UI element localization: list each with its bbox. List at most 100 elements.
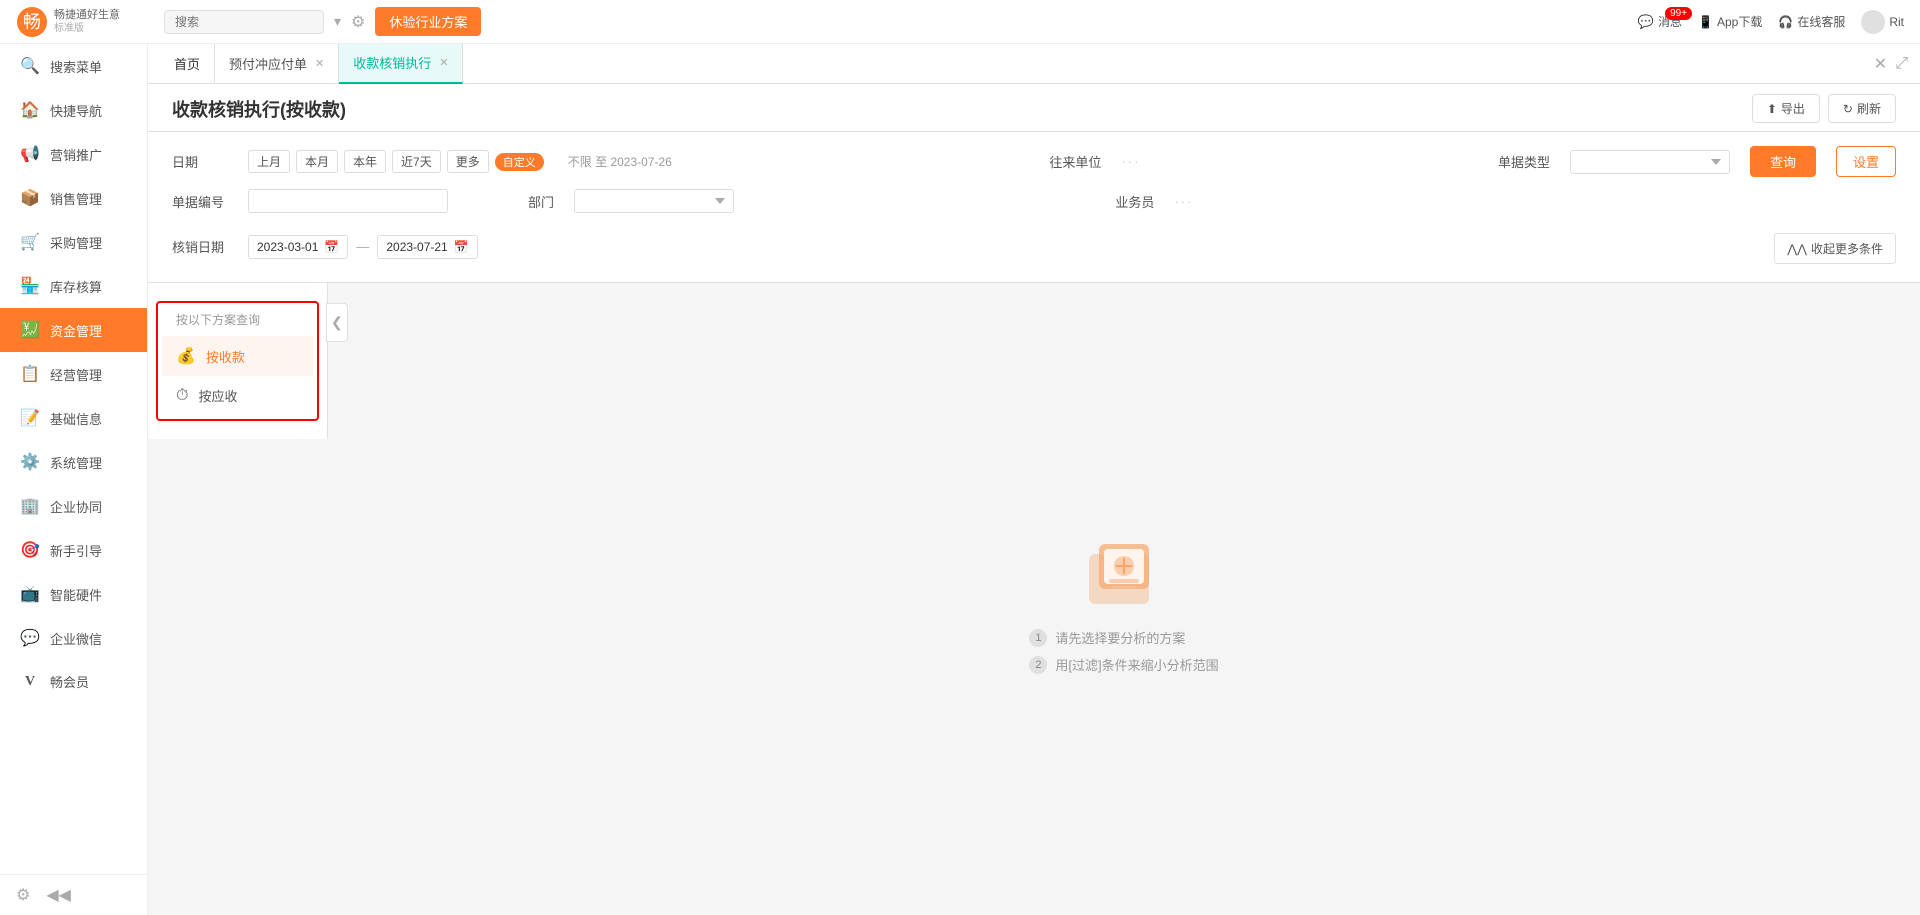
sidebar-label-quick-nav: 快捷导航 bbox=[50, 101, 102, 120]
date-btn-more[interactable]: 更多 bbox=[447, 150, 489, 173]
sidebar-label-smart-hw: 智能硬件 bbox=[50, 585, 102, 604]
message-icon-area[interactable]: 💬 消息 99+ bbox=[1638, 13, 1682, 30]
sidebar-label-finance: 资金管理 bbox=[50, 321, 102, 340]
page-title: 收款核销执行(按收款) bbox=[172, 96, 346, 122]
wechat-icon: 💬 bbox=[20, 628, 40, 648]
sidebar-label-sales: 销售管理 bbox=[50, 189, 102, 208]
enterprise-icon: 🏢 bbox=[20, 496, 40, 516]
sidebar-label-management: 经营管理 bbox=[50, 365, 102, 384]
tab-collection-close[interactable]: ✕ bbox=[439, 56, 448, 69]
expand-tab-icon[interactable]: ⤢ bbox=[1895, 55, 1908, 73]
empty-tip-2: 2 用[过滤]条件来缩小分析范围 bbox=[1029, 655, 1218, 674]
date-custom-badge: 自定义 bbox=[495, 153, 544, 171]
search-dropdown-icon[interactable]: ▾ bbox=[334, 13, 341, 30]
refresh-button[interactable]: ↻ 刷新 bbox=[1828, 94, 1896, 123]
sidebar-bottom: ⚙ ◀◀ bbox=[0, 874, 147, 915]
cal-end-icon: 📅 bbox=[454, 240, 469, 254]
sidebar-item-finance[interactable]: 💹 资金管理 bbox=[0, 308, 147, 352]
sidebar-item-search-menu[interactable]: 🔍 搜索菜单 bbox=[0, 44, 147, 88]
sidebar-item-enterprise[interactable]: 🏢 企业协同 bbox=[0, 484, 147, 528]
sidebar-item-vip[interactable]: V 畅会员 bbox=[0, 660, 147, 703]
close-tab-icon[interactable]: ✕ bbox=[1874, 54, 1887, 74]
user-info[interactable]: Rit bbox=[1861, 10, 1904, 34]
top-search-input[interactable] bbox=[164, 10, 324, 34]
sidebar-item-inventory[interactable]: 🏪 库存核算 bbox=[0, 264, 147, 308]
set-button[interactable]: 设置 bbox=[1836, 146, 1896, 177]
sidebar-item-system[interactable]: ⚙️ 系统管理 bbox=[0, 440, 147, 484]
sidebar-item-management[interactable]: 📋 经营管理 bbox=[0, 352, 147, 396]
left-panel-wrapper: 按以下方案查询 💰 按收款 ⏱ 按应收 ❮ bbox=[148, 283, 328, 915]
marketing-icon: 📢 bbox=[20, 144, 40, 164]
sidebar-item-sales[interactable]: 📦 销售管理 bbox=[0, 176, 147, 220]
empty-illustration bbox=[1074, 524, 1174, 614]
by-receivable-label: 按应收 bbox=[198, 386, 237, 405]
sidebar-item-quick-nav[interactable]: 🏠 快捷导航 bbox=[0, 88, 147, 132]
date-btn-this-month[interactable]: 本月 bbox=[296, 150, 338, 173]
app-download-icon: 📱 bbox=[1698, 15, 1713, 29]
sidebar-item-smart-hw[interactable]: 📺 智能硬件 bbox=[0, 572, 147, 616]
counterpart-dots[interactable]: ··· bbox=[1121, 154, 1140, 169]
industry-solution-button[interactable]: 休验行业方案 bbox=[375, 7, 481, 36]
content-area: 按以下方案查询 💰 按收款 ⏱ 按应收 ❮ bbox=[148, 283, 1920, 915]
date-btn-this-year[interactable]: 本年 bbox=[344, 150, 386, 173]
top-bar: 畅 畅捷通好生意 标准版 ▾ ⚙ 休验行业方案 💬 消息 99+ 📱 App下载… bbox=[0, 0, 1920, 44]
left-panel-item-by-collection[interactable]: 💰 按收款 bbox=[162, 336, 313, 376]
verify-date-start-input[interactable]: 2023-03-01 📅 bbox=[248, 235, 348, 259]
sidebar-label-purchase: 采购管理 bbox=[50, 233, 102, 252]
verify-date-picker: 2023-03-01 📅 — 2023-07-21 📅 bbox=[248, 235, 478, 259]
query-button[interactable]: 查询 bbox=[1750, 146, 1816, 177]
app-download-link[interactable]: 📱 App下载 bbox=[1698, 13, 1762, 30]
date-btn-last-month[interactable]: 上月 bbox=[248, 150, 290, 173]
tip-text-2: 用[过滤]条件来缩小分析范围 bbox=[1055, 655, 1218, 674]
verify-date-end-input[interactable]: 2023-07-21 📅 bbox=[377, 235, 477, 259]
sidebar-item-purchase[interactable]: 🛒 采购管理 bbox=[0, 220, 147, 264]
tab-prepay-label: 预付冲应付单 bbox=[229, 54, 307, 73]
sidebar-label-vip: 畅会员 bbox=[50, 672, 89, 691]
dept-select[interactable] bbox=[574, 189, 734, 213]
export-button[interactable]: ⬆ 导出 bbox=[1752, 94, 1820, 123]
tab-collection-label: 收款核销执行 bbox=[353, 53, 431, 72]
verify-date-label: 核销日期 bbox=[172, 237, 228, 256]
sidebar-item-wechat[interactable]: 💬 企业微信 bbox=[0, 616, 147, 660]
tab-prepay-close[interactable]: ✕ bbox=[315, 57, 324, 70]
staff-label: 业务员 bbox=[1115, 192, 1154, 211]
date-filter-label: 日期 bbox=[172, 152, 228, 171]
tab-collection[interactable]: 收款核销执行 ✕ bbox=[339, 44, 463, 84]
basic-info-icon: 📝 bbox=[20, 408, 40, 428]
filter-panel-box: 按以下方案查询 💰 按收款 ⏱ 按应收 bbox=[156, 301, 319, 421]
date-range-dash: — bbox=[356, 239, 369, 254]
page-header-actions: ⬆ 导出 ↻ 刷新 bbox=[1752, 94, 1896, 123]
sidebar-item-guide[interactable]: 🎯 新手引导 bbox=[0, 528, 147, 572]
left-panel-collapse-button[interactable]: ❮ bbox=[326, 303, 348, 342]
sidebar-item-marketing[interactable]: 📢 营销推广 bbox=[0, 132, 147, 176]
tab-home[interactable]: 首页 bbox=[160, 44, 215, 84]
collapse-sidebar-icon[interactable]: ◀◀ bbox=[46, 885, 71, 905]
settings-icon[interactable]: ⚙ bbox=[351, 12, 365, 32]
tab-prepay[interactable]: 预付冲应付单 ✕ bbox=[215, 44, 339, 84]
sidebar-item-basic-info[interactable]: 📝 基础信息 bbox=[0, 396, 147, 440]
refresh-icon: ↻ bbox=[1843, 102, 1853, 116]
collapse-chevron-icon: ⋀⋀ bbox=[1787, 242, 1807, 256]
settings-bottom-icon[interactable]: ⚙ bbox=[16, 885, 30, 905]
vip-icon: V bbox=[20, 674, 40, 690]
doc-no-input[interactable] bbox=[248, 189, 448, 213]
date-btn-7days[interactable]: 近7天 bbox=[392, 150, 441, 173]
sidebar-label-inventory: 库存核算 bbox=[50, 277, 102, 296]
sidebar-label-search-menu: 搜索菜单 bbox=[50, 57, 102, 76]
by-receivable-icon: ⏱ bbox=[176, 387, 188, 405]
collapse-more-button[interactable]: ⋀⋀ 收起更多条件 bbox=[1774, 233, 1896, 264]
sidebar-label-wechat: 企业微信 bbox=[50, 629, 102, 648]
online-service-link[interactable]: 🎧 在线客服 bbox=[1778, 13, 1845, 30]
top-bar-search-area: ▾ ⚙ 休验行业方案 bbox=[164, 7, 1638, 36]
tab-bar-actions: ✕ ⤢ bbox=[1874, 54, 1908, 74]
tab-home-label: 首页 bbox=[174, 54, 200, 73]
app-logo: 畅 bbox=[16, 6, 48, 38]
filter-area: 日期 上月 本月 本年 近7天 更多 自定义 不限 至 2023-07-26 往… bbox=[148, 132, 1920, 283]
tab-bar: 首页 预付冲应付单 ✕ 收款核销执行 ✕ ✕ ⤢ bbox=[148, 44, 1920, 84]
sidebar-label-marketing: 营销推广 bbox=[50, 145, 102, 164]
doc-type-select[interactable] bbox=[1570, 150, 1730, 174]
smart-hw-icon: 📺 bbox=[20, 584, 40, 604]
left-panel-item-by-receivable[interactable]: ⏱ 按应收 bbox=[162, 376, 313, 415]
staff-dots[interactable]: ··· bbox=[1174, 194, 1193, 209]
logo-text: 畅捷通好生意 标准版 bbox=[54, 8, 120, 35]
